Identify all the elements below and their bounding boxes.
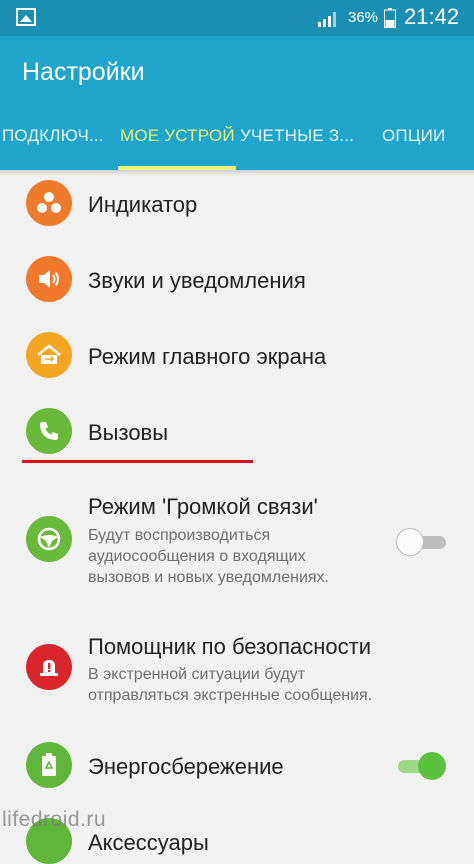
tab-my-device[interactable]: МОЕ УСТРОЙСТВО xyxy=(120,126,234,146)
battery-icon xyxy=(384,8,396,28)
tab-connections[interactable]: ПОДКЛЮЧ... xyxy=(2,126,112,146)
item-title: Режим 'Громкой связи' xyxy=(88,494,318,519)
list-item-speaker-mode[interactable]: Режим 'Громкой связи' Будут воспроизводи… xyxy=(0,492,474,592)
item-subtitle: Будут воспроизводиться аудиосообщения о … xyxy=(88,525,388,588)
subtitle-line: отправляться экстренные сообщения. xyxy=(88,687,373,704)
subtitle-line: аудиосообщения о входящих xyxy=(88,548,306,565)
subtitle-line: Будут воспроизводиться xyxy=(88,527,271,544)
tab-bar-shadow xyxy=(0,170,474,176)
indicator-icon xyxy=(26,180,72,226)
list-item-power-saving[interactable]: Энергосбережение xyxy=(0,742,474,790)
list-item-indicator[interactable]: Индикатор xyxy=(0,180,474,228)
status-bar: 36% 21:42 xyxy=(0,0,474,36)
home-screen-icon xyxy=(26,332,72,378)
item-title: Звуки и уведомления xyxy=(88,268,306,293)
tab-accounts[interactable]: УЧЕТНЫЕ З... xyxy=(240,126,356,146)
signal-icon xyxy=(318,12,336,27)
battery-eco-icon xyxy=(26,742,72,788)
item-title: Индикатор xyxy=(88,192,198,217)
list-item-sounds[interactable]: Звуки и уведомления xyxy=(0,256,474,304)
toggle-thumb xyxy=(418,752,446,780)
speaker-icon xyxy=(26,256,72,302)
item-title: Вызовы xyxy=(88,420,169,445)
item-title: Аксессуары xyxy=(88,830,209,855)
item-title: Помощник по безопасности xyxy=(88,634,372,659)
alarm-icon xyxy=(26,644,72,690)
battery-percent: 36% xyxy=(348,9,379,26)
steering-wheel-icon xyxy=(26,516,72,562)
phone-icon xyxy=(26,408,72,454)
watermark: lifedroid.ru xyxy=(2,808,107,831)
tab-options[interactable]: ОПЦИИ xyxy=(382,126,462,146)
app-bar: Настройки xyxy=(0,36,474,106)
clock: 21:42 xyxy=(404,4,460,29)
subtitle-line: вызовов и новых уведомлениях. xyxy=(88,569,329,586)
list-item-home-screen-mode[interactable]: Режим главного экрана xyxy=(0,332,474,380)
red-underline-annotation xyxy=(22,460,253,463)
item-title: Энергосбережение xyxy=(88,754,284,779)
toggle-thumb xyxy=(396,528,424,556)
gallery-notification-icon xyxy=(16,8,36,26)
subtitle-line: В экстренной ситуации будут xyxy=(88,666,306,683)
list-item-calls[interactable]: Вызовы xyxy=(0,408,474,456)
tab-bar: ПОДКЛЮЧ... МОЕ УСТРОЙСТВО УЧЕТНЫЕ З... О… xyxy=(0,106,474,170)
list-item-safety-assistance[interactable]: Помощник по безопасности В экстренной си… xyxy=(0,632,474,712)
item-title: Режим главного экрана xyxy=(88,344,327,369)
page-title: Настройки xyxy=(22,58,145,86)
item-subtitle: В экстренной ситуации будут отправляться… xyxy=(88,664,448,706)
